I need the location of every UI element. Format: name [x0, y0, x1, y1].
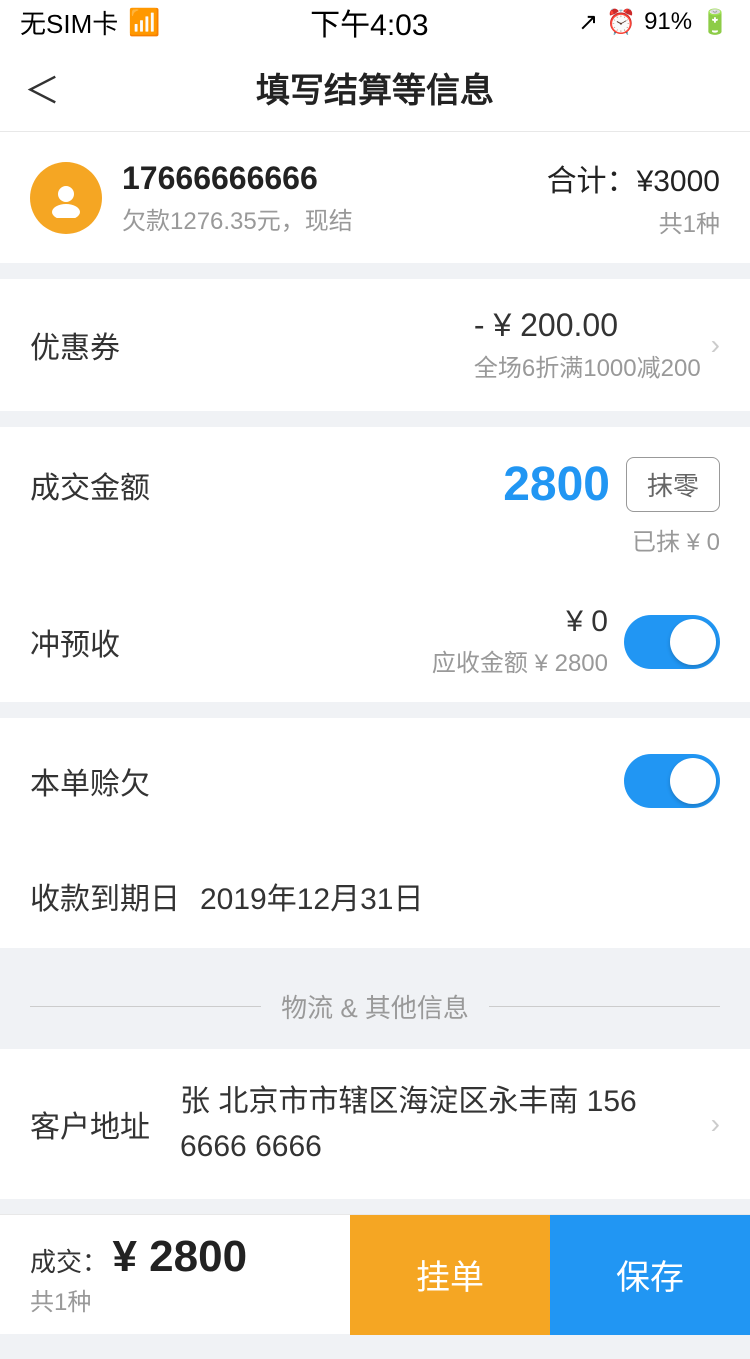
alarm-icon: ⏰ — [606, 8, 636, 37]
coupon-discount: - ¥ 200.00 — [474, 307, 701, 344]
logistics-divider: 物流 & 其他信息 — [0, 964, 750, 1049]
due-date-value: 2019年12月31日 — [200, 874, 423, 918]
footer-deal-line: 成交： ¥ 2800 — [30, 1232, 320, 1282]
footer-info: 成交： ¥ 2800 共1种 — [0, 1232, 350, 1317]
coupon-label: 优惠券 — [30, 323, 120, 367]
footer-deal-label: 成交： — [30, 1247, 108, 1277]
divider-2 — [0, 411, 750, 427]
prepay-values: ¥ 0 应收金额 ¥ 2800 — [432, 605, 608, 678]
customer-left: 17666666666 欠款1276.35元，现结 — [30, 160, 353, 236]
amount-label: 成交金额 — [30, 463, 150, 507]
address-row[interactable]: 客户地址 张 北京市市辖区海淀区永丰南 156 6666 6666 › — [0, 1049, 750, 1199]
status-right: ↗ ⏰ 91% 🔋 — [578, 8, 730, 37]
coupon-desc: 全场6折满1000减200 — [474, 348, 701, 383]
footer-deal-amount: ¥ 2800 — [112, 1232, 247, 1281]
footer-deal-count: 共1种 — [30, 1282, 320, 1317]
back-button[interactable]: ＜ — [24, 62, 60, 114]
header: ＜ 填写结算等信息 — [0, 44, 750, 132]
prepay-label: 冲预收 — [30, 620, 120, 664]
round-button[interactable]: 抹零 — [626, 457, 720, 512]
customer-note: 欠款1276.35元，现结 — [122, 201, 353, 236]
customer-phone: 17666666666 — [122, 160, 353, 197]
customer-right: 合计：¥3000 共1种 — [547, 156, 720, 239]
total-count: 共1种 — [547, 204, 720, 239]
coupon-section: 优惠券 - ¥ 200.00 全场6折满1000减200 › — [0, 279, 750, 411]
amount-row: 成交金额 2800 抹零 — [0, 427, 750, 522]
divider-line-left — [30, 1006, 261, 1007]
total-amount: 合计：¥3000 — [547, 156, 720, 200]
customer-section: 17666666666 欠款1276.35元，现结 合计：¥3000 共1种 — [0, 132, 750, 263]
footer: 成交： ¥ 2800 共1种 挂单 保存 — [0, 1214, 750, 1334]
coupon-right: - ¥ 200.00 全场6折满1000减200 › — [474, 307, 720, 383]
customer-info: 17666666666 欠款1276.35元，现结 — [122, 160, 353, 236]
amount-right: 2800 抹零 — [503, 457, 720, 512]
chevron-right-icon: › — [711, 329, 720, 361]
address-value: 张 北京市市辖区海淀区永丰南 156 6666 6666 — [180, 1079, 711, 1169]
amount-sub-row: 已抹 ¥ 0 — [0, 522, 750, 581]
debt-row: 本单赊欠 — [0, 718, 750, 844]
wifi-icon: 📶 — [128, 7, 160, 38]
status-left: 无SIM卡 📶 — [20, 4, 161, 41]
location-icon: ↗ — [578, 8, 598, 37]
divider-4 — [0, 948, 750, 964]
address-chevron-icon: › — [711, 1108, 720, 1140]
prepay-toggle[interactable] — [624, 615, 720, 669]
prepay-main-value: ¥ 0 — [432, 605, 608, 639]
avatar — [30, 162, 102, 234]
logistics-label: 物流 & 其他信息 — [281, 988, 469, 1025]
battery-icon: 🔋 — [700, 8, 730, 37]
divider-1 — [0, 263, 750, 279]
due-date-label: 收款到期日 — [30, 874, 180, 918]
amount-sub-text: 已抹 ¥ 0 — [632, 529, 720, 556]
prepay-sub-value: 应收金额 ¥ 2800 — [432, 643, 608, 678]
customer-card: 17666666666 欠款1276.35元，现结 合计：¥3000 共1种 — [0, 132, 750, 263]
hold-button[interactable]: 挂单 — [350, 1215, 550, 1335]
page-title: 填写结算等信息 — [256, 63, 494, 112]
due-date-row: 收款到期日 2019年12月31日 — [0, 844, 750, 948]
debt-label: 本单赊欠 — [30, 759, 150, 803]
debt-toggle[interactable] — [624, 754, 720, 808]
coupon-row[interactable]: 优惠券 - ¥ 200.00 全场6折满1000减200 › — [0, 279, 750, 411]
debt-toggle-thumb — [670, 758, 716, 804]
status-time: 下午4:03 — [310, 0, 428, 44]
amount-value: 2800 — [503, 457, 610, 512]
debt-section: 本单赊欠 收款到期日 2019年12月31日 — [0, 718, 750, 948]
prepay-row: 冲预收 ¥ 0 应收金额 ¥ 2800 — [0, 581, 750, 702]
battery-label: 91% — [644, 8, 692, 36]
save-button[interactable]: 保存 — [550, 1215, 750, 1335]
status-bar: 无SIM卡 📶 下午4:03 ↗ ⏰ 91% 🔋 — [0, 0, 750, 44]
divider-3 — [0, 702, 750, 718]
prepay-right: ¥ 0 应收金额 ¥ 2800 — [432, 605, 720, 678]
deal-amount-section: 成交金额 2800 抹零 已抹 ¥ 0 冲预收 ¥ 0 应收金额 ¥ 2800 — [0, 427, 750, 702]
address-label: 客户地址 — [30, 1102, 150, 1146]
divider-line-right — [489, 1006, 720, 1007]
carrier-label: 无SIM卡 — [20, 4, 118, 41]
toggle-thumb — [670, 619, 716, 665]
